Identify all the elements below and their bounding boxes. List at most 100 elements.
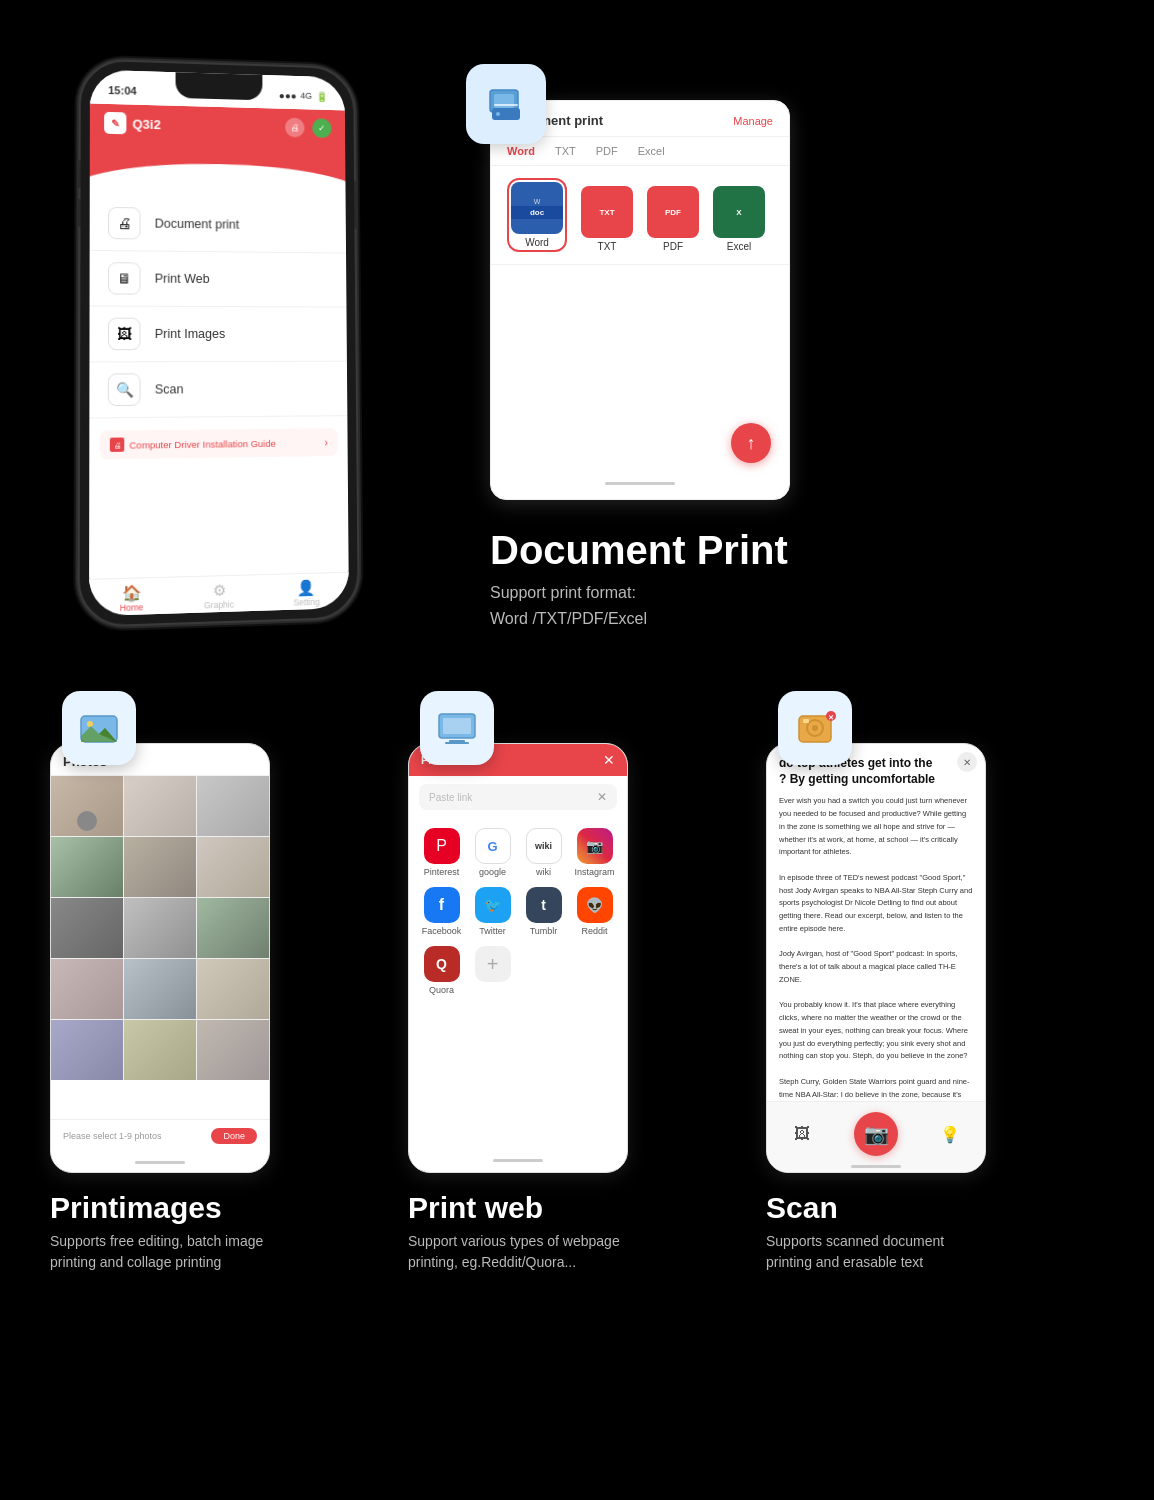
print-images-card: Photos ˅ xyxy=(50,691,388,1273)
doc-print-icon-box: 🖨 xyxy=(108,207,140,240)
print-web-title: Print web xyxy=(408,1191,620,1225)
banner-text: Computer Driver Installation Guide xyxy=(129,437,324,450)
instagram-icon: 📷 xyxy=(577,828,613,864)
social-google[interactable]: G google xyxy=(472,828,513,877)
footer-text: Please select 1-9 photos xyxy=(63,1131,162,1141)
scan-home-indicator xyxy=(851,1165,901,1168)
photo-11[interactable] xyxy=(124,959,196,1019)
scan-title: Scan xyxy=(766,1191,944,1225)
menu-label-web: Print Web xyxy=(155,272,210,286)
doc-screenshot-wrapper: Document print Manage Word TXT PDF Excel xyxy=(490,100,1094,500)
pi-home-indicator xyxy=(135,1161,185,1164)
doc-type-excel[interactable]: Excel xyxy=(638,145,665,157)
photo-8[interactable] xyxy=(124,898,196,958)
scan-controls: 🖼 📷 💡 xyxy=(767,1101,985,1172)
twitter-icon: 🐦 xyxy=(475,887,511,923)
print-icon[interactable]: 🖨 xyxy=(285,118,305,138)
banner-arrow-icon: › xyxy=(324,436,328,448)
twitter-label: Twitter xyxy=(472,926,513,936)
google-icon: G xyxy=(475,828,511,864)
pdf-label: PDF xyxy=(647,241,699,252)
txt-file-icon: TXT xyxy=(581,186,633,238)
doc-print-info: Document Print Support print format:Word… xyxy=(490,528,1094,631)
screen-indicator xyxy=(605,482,675,485)
menu-item-scan[interactable]: 🔍 Scan xyxy=(89,362,347,419)
battery-icon: 🔋 xyxy=(316,91,328,102)
excel-icon[interactable]: X Excel xyxy=(713,186,765,252)
phone-notch xyxy=(176,72,263,100)
scan-article-body: Ever wish you had a switch you could jus… xyxy=(779,795,973,1104)
scan-card: ✕ ✕ do top athletes get into the? By get… xyxy=(766,691,1104,1273)
photo-1[interactable] xyxy=(51,776,123,836)
social-add[interactable]: + xyxy=(472,946,513,995)
doc-print-title: Document Print xyxy=(490,528,1094,572)
setting-icon: 👤 xyxy=(293,579,319,598)
flash-button[interactable]: 💡 xyxy=(932,1116,968,1152)
social-twitter[interactable]: 🐦 Twitter xyxy=(472,887,513,936)
main-phone: 15:04 ●●● 4G 🔋 ✎ Q3i2 xyxy=(78,58,380,628)
svg-point-13 xyxy=(812,725,818,731)
driver-banner[interactable]: 🖨 Computer Driver Installation Guide › xyxy=(100,428,338,459)
doc-print-panel: Document print Manage Word TXT PDF Excel xyxy=(490,50,1094,631)
photo-6[interactable] xyxy=(197,837,269,897)
menu-item-web[interactable]: 🖥 Print Web xyxy=(90,251,347,308)
scan-info: Scan Supports scanned documentprinting a… xyxy=(766,1191,944,1273)
photo-10[interactable] xyxy=(51,959,123,1019)
txt-icon[interactable]: TXT TXT xyxy=(581,186,633,252)
images-floating-icon xyxy=(62,691,136,765)
print-images-icon-box: 🖼 xyxy=(108,318,141,350)
upload-button[interactable]: ↑ xyxy=(731,423,771,463)
gallery-button[interactable]: 🖼 xyxy=(784,1116,820,1152)
nav-home[interactable]: 🏠 Home xyxy=(120,584,143,614)
check-icon[interactable]: ✓ xyxy=(312,118,331,138)
social-quora[interactable]: Q Quora xyxy=(421,946,462,995)
photo-2[interactable] xyxy=(124,776,196,836)
word-label: Word xyxy=(511,237,563,248)
manage-button[interactable]: Manage xyxy=(733,115,773,127)
header-action-icons: 🖨 ✓ xyxy=(285,118,332,139)
nav-graphic[interactable]: ⚙ Graphic xyxy=(204,581,234,610)
word-icon-selected[interactable]: W doc Word xyxy=(507,178,567,252)
url-close[interactable]: ✕ xyxy=(597,790,607,804)
photo-5[interactable] xyxy=(124,837,196,897)
pw-home-indicator xyxy=(493,1159,543,1162)
social-reddit[interactable]: 👽 Reddit xyxy=(574,887,615,936)
app-header: ✎ Q3i2 🖨 ✓ xyxy=(90,103,345,147)
social-facebook[interactable]: f Facebook xyxy=(421,887,462,936)
photo-4[interactable] xyxy=(51,837,123,897)
done-button[interactable]: Done xyxy=(211,1128,257,1144)
phone-body: 15:04 ●●● 4G 🔋 ✎ Q3i2 xyxy=(78,58,360,628)
svg-text:✕: ✕ xyxy=(828,714,834,721)
social-pinterest[interactable]: P Pinterest xyxy=(421,828,462,877)
home-icon: 🏠 xyxy=(120,584,143,603)
social-wiki[interactable]: wiki wiki xyxy=(523,828,564,877)
url-bar[interactable]: Paste link ✕ xyxy=(419,784,617,810)
doc-title-text: Document Print xyxy=(490,528,788,572)
doc-type-txt[interactable]: TXT xyxy=(555,145,576,157)
social-instagram[interactable]: 📷 Instagram xyxy=(574,828,615,877)
photo-7[interactable] xyxy=(51,898,123,958)
top-section: 15:04 ●●● 4G 🔋 ✎ Q3i2 xyxy=(0,0,1154,651)
photo-9[interactable] xyxy=(197,898,269,958)
wave-curve xyxy=(90,161,346,196)
print-web-info: Print web Support various types of webpa… xyxy=(408,1191,620,1273)
social-tumblr[interactable]: t Tumblr xyxy=(523,887,564,936)
doc-type-word[interactable]: Word xyxy=(507,145,535,157)
menu-item-images[interactable]: 🖼 Print Images xyxy=(89,307,346,363)
menu-label-scan: Scan xyxy=(155,382,184,396)
nav-setting[interactable]: 👤 Setting xyxy=(293,579,319,608)
photo-3[interactable] xyxy=(197,776,269,836)
photo-12[interactable] xyxy=(197,959,269,1019)
pw-close[interactable]: ✕ xyxy=(603,752,615,768)
scan-screenshot: ✕ do top athletes get into the? By getti… xyxy=(766,743,986,1173)
photo-15[interactable] xyxy=(197,1020,269,1080)
google-label: google xyxy=(472,867,513,877)
print-images-desc: Supports free editing, batch imageprinti… xyxy=(50,1231,263,1273)
doc-print-subtitle: Support print format:Word /TXT/PDF/Excel xyxy=(490,580,1094,631)
doc-type-pdf[interactable]: PDF xyxy=(596,145,618,157)
photo-13[interactable] xyxy=(51,1020,123,1080)
camera-button[interactable]: 📷 xyxy=(854,1112,898,1156)
menu-item-document[interactable]: 🖨 Document print xyxy=(90,196,346,254)
photo-14[interactable] xyxy=(124,1020,196,1080)
pdf-icon[interactable]: PDF PDF xyxy=(647,186,699,252)
